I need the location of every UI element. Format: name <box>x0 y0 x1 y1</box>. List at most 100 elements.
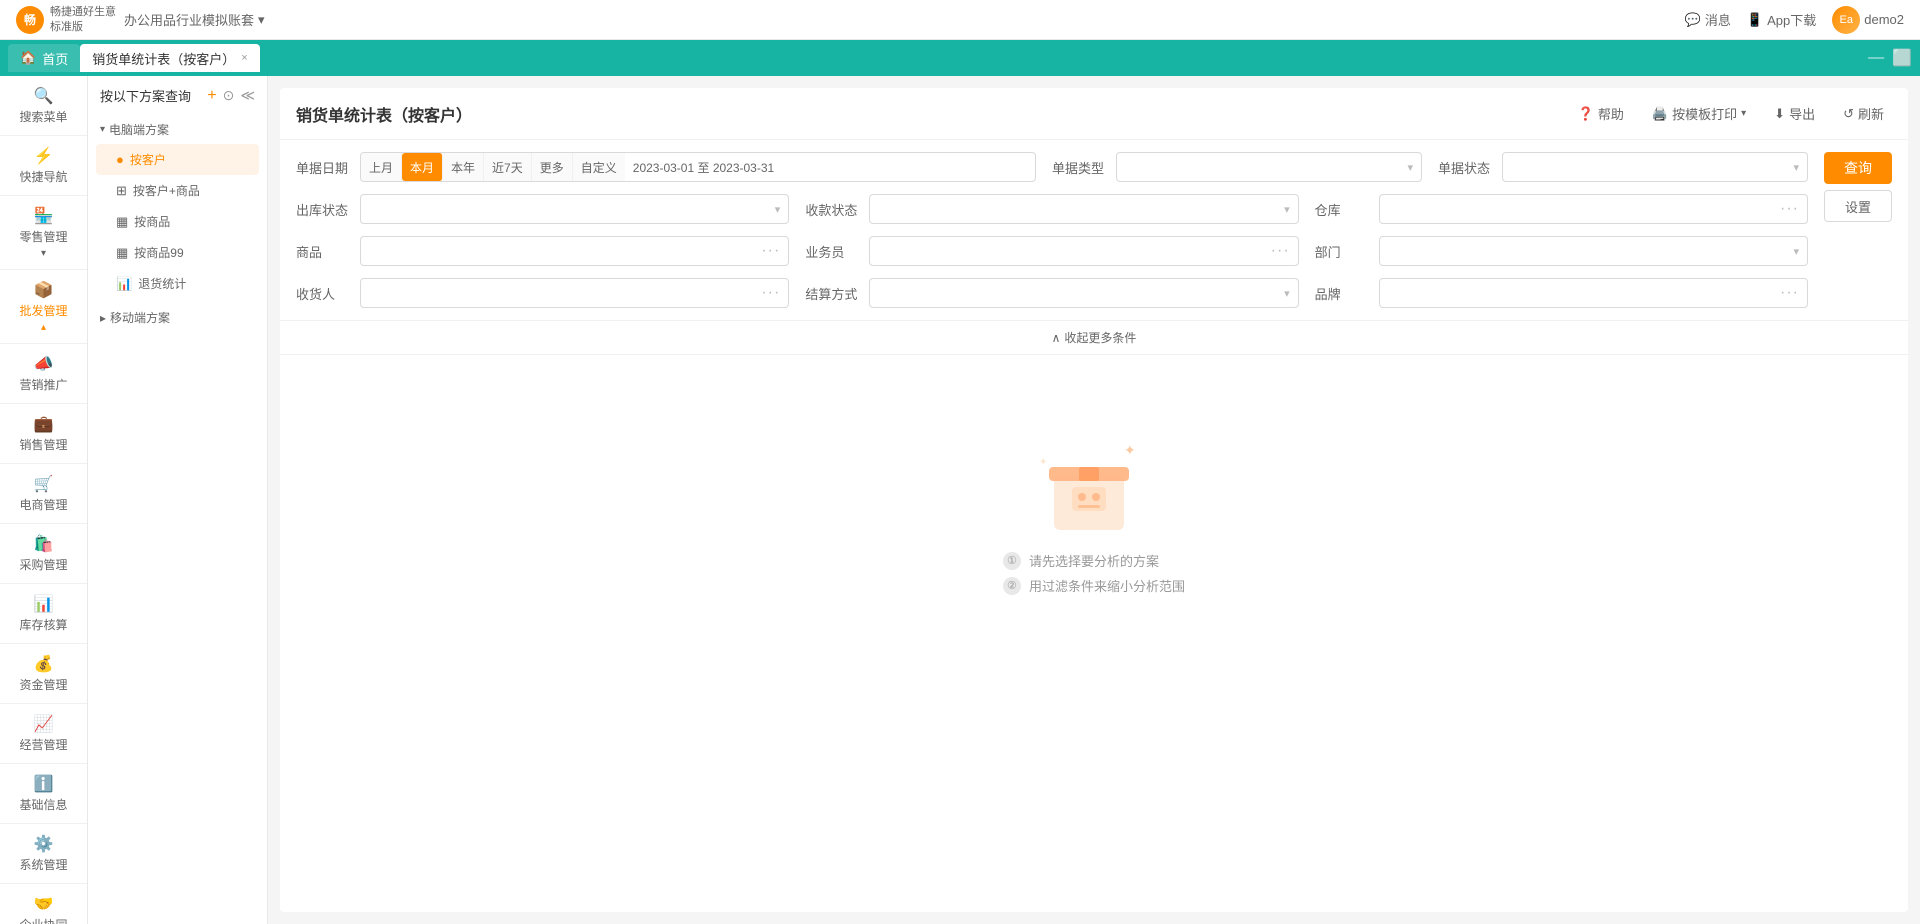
filter-consignee: 收货人 ··· <box>296 278 789 308</box>
page-title: 销货单统计表（按客户） <box>296 102 472 126</box>
print-dropdown-arrow[interactable]: ▾ <box>1741 108 1746 119</box>
scheme-return-stats[interactable]: 📊 退货统计 <box>96 268 259 299</box>
date-btn-this-month[interactable]: 本月 <box>402 153 443 181</box>
refresh-btn[interactable]: ↺ 刷新 <box>1835 100 1892 127</box>
edit-scheme-btn[interactable]: ⊙ <box>223 87 235 105</box>
sidebar-item-enterprise[interactable]: 🤝 企业协同 <box>0 884 87 924</box>
pc-section-title[interactable]: ▾ 电脑端方案 <box>96 115 259 144</box>
settle-method-control[interactable]: ▾ <box>869 278 1298 308</box>
scheme-by-goods[interactable]: ▦ 按商品 <box>96 206 259 237</box>
doc-type-control[interactable]: ▾ <box>1116 152 1422 182</box>
logo-area: 畅 畅捷通好生意 标准版 <box>16 5 116 34</box>
main-content: 销货单统计表（按客户） ❓ 帮助 🖨️ 按模板打印 ▾ ⬇ 导出 <box>268 76 1920 924</box>
goods99-icon: ▦ <box>116 245 128 261</box>
date-btn-last-month[interactable]: 上月 <box>361 153 402 181</box>
sidebar-item-search[interactable]: 🔍 搜索菜单 <box>0 76 87 136</box>
settings-btn[interactable]: 设置 <box>1824 190 1892 222</box>
doc-status-control[interactable]: ▾ <box>1502 152 1808 182</box>
sidebar-item-sales[interactable]: 💼 销售管理 <box>0 404 87 464</box>
biz-selector[interactable]: 办公用品行业模拟账套 ▾ <box>124 10 265 29</box>
tab-close-btn[interactable]: × <box>241 53 247 64</box>
dept-control[interactable]: ▾ <box>1379 236 1808 266</box>
query-btn[interactable]: 查询 <box>1824 152 1892 184</box>
system-icon: ⚙️ <box>4 834 83 854</box>
sidebar-item-purchase[interactable]: 🛍️ 采购管理 <box>0 524 87 584</box>
receipt-status-control[interactable]: ▾ <box>869 194 1298 224</box>
help-icon: ❓ <box>1578 106 1594 122</box>
salesperson-control[interactable]: ··· <box>869 236 1298 266</box>
filter-doc-type: 单据类型 ▾ <box>1052 152 1422 182</box>
sidebar-item-basic[interactable]: ℹ️ 基础信息 <box>0 764 87 824</box>
brand-control[interactable]: ··· <box>1379 278 1808 308</box>
tab-minimize-btn[interactable]: — <box>1868 49 1884 67</box>
sidebar-item-ecom[interactable]: 🛒 电商管理 <box>0 464 87 524</box>
date-btn-more[interactable]: 更多 <box>532 153 573 181</box>
page-header: 销货单统计表（按客户） ❓ 帮助 🖨️ 按模板打印 ▾ ⬇ 导出 <box>280 88 1908 140</box>
sidebar-label-sales: 销售管理 <box>4 436 83 453</box>
phone-icon: 📱 <box>1747 12 1763 28</box>
print-btn[interactable]: 🖨️ 按模板打印 ▾ <box>1644 100 1754 127</box>
out-status-arrow: ▾ <box>775 203 781 216</box>
sidebar-label-search: 搜索菜单 <box>4 108 83 125</box>
warehouse-control[interactable]: ··· <box>1379 194 1808 224</box>
logo-icon: 畅 <box>16 6 44 34</box>
consignee-dots: ··· <box>761 284 780 302</box>
doc-status-label: 单据状态 <box>1438 158 1494 177</box>
scheme-by-goods-99[interactable]: ▦ 按商品99 <box>96 237 259 268</box>
help-btn[interactable]: ❓ 帮助 <box>1570 100 1632 127</box>
sidebar-item-inventory[interactable]: 📊 库存核算 <box>0 584 87 644</box>
dept-label: 部门 <box>1315 242 1371 261</box>
top-header: 畅 畅捷通好生意 标准版 办公用品行业模拟账套 ▾ 💬 消息 📱 App下载 E… <box>0 0 1920 40</box>
purchase-icon: 🛍️ <box>4 534 83 554</box>
tab-active[interactable]: 销货单统计表（按客户） × <box>80 44 259 72</box>
add-scheme-btn[interactable]: + <box>207 87 216 105</box>
sidebar-label-inventory: 库存核算 <box>4 616 83 633</box>
sidebar-label-ecom: 电商管理 <box>4 496 83 513</box>
app-download-btn[interactable]: 📱 App下载 <box>1747 10 1816 29</box>
tab-controls: — ⬜ <box>1868 48 1912 68</box>
collapse-sub-btn[interactable]: ≪ <box>240 87 255 105</box>
user-menu[interactable]: Ea demo2 <box>1832 6 1904 34</box>
filter-settle-method: 结算方式 ▾ <box>805 278 1298 308</box>
date-filter-control[interactable]: 上月 本月 本年 近7天 更多 自定义 2023-03-01 至 2023-03… <box>360 152 1036 182</box>
filter-fields: 单据日期 上月 本月 本年 近7天 更多 自定义 2023-03-01 至 20… <box>280 140 1824 320</box>
message-btn[interactable]: 💬 消息 <box>1685 10 1731 29</box>
filter-warehouse: 仓库 ··· <box>1315 194 1808 224</box>
receipt-status-arrow: ▾ <box>1284 203 1290 216</box>
scheme-by-customer[interactable]: ● 按客户 <box>96 144 259 175</box>
export-btn[interactable]: ⬇ 导出 <box>1766 100 1823 127</box>
finance-icon: 💰 <box>4 654 83 674</box>
filter-doc-status: 单据状态 ▾ <box>1438 152 1808 182</box>
tab-home[interactable]: 🏠 首页 <box>8 44 80 72</box>
tab-maximize-btn[interactable]: ⬜ <box>1892 48 1912 68</box>
btn-group: 查询 设置 <box>1824 140 1908 234</box>
scheme-by-customer-goods[interactable]: ⊞ 按客户+商品 <box>96 175 259 206</box>
goods-control[interactable]: ··· <box>360 236 789 266</box>
sidebar-item-business[interactable]: 📈 经营管理 <box>0 704 87 764</box>
warehouse-label: 仓库 <box>1315 200 1371 219</box>
retail-icon: 🏪 <box>4 206 83 226</box>
out-status-control[interactable]: ▾ <box>360 194 789 224</box>
sidebar-item-retail[interactable]: 🏪 零售管理 ▾ <box>0 196 87 270</box>
customer-goods-icon: ⊞ <box>116 183 127 199</box>
sidebar-item-system[interactable]: ⚙️ 系统管理 <box>0 824 87 884</box>
mobile-section-title[interactable]: ▸ 移动端方案 <box>96 303 259 332</box>
sidebar-item-quick-nav[interactable]: ⚡ 快捷导航 <box>0 136 87 196</box>
avatar: Ea <box>1832 6 1860 34</box>
date-btn-custom[interactable]: 自定义 <box>573 153 625 181</box>
filter-row-3: 商品 ··· 业务员 ··· <box>296 236 1808 266</box>
consignee-control[interactable]: ··· <box>360 278 789 308</box>
collapse-bar[interactable]: ∧ 收起更多条件 <box>280 320 1908 354</box>
filter-out-status: 出库状态 ▾ <box>296 194 789 224</box>
message-icon: 💬 <box>1685 12 1701 28</box>
sidebar-item-marketing[interactable]: 📣 营销推广 <box>0 344 87 404</box>
sidebar-item-finance[interactable]: 💰 资金管理 <box>0 644 87 704</box>
print-icon: 🖨️ <box>1652 106 1668 122</box>
date-btn-this-year[interactable]: 本年 <box>443 153 484 181</box>
refresh-icon: ↺ <box>1843 106 1854 122</box>
chevron-down-icon: ▾ <box>258 12 265 28</box>
date-btn-7days[interactable]: 近7天 <box>484 153 532 181</box>
sidebar-item-wholesale[interactable]: 📦 批发管理 ▴ <box>0 270 87 344</box>
filter-row-2: 出库状态 ▾ 收款状态 ▾ <box>296 194 1808 224</box>
goods-icon: ▦ <box>116 214 128 230</box>
